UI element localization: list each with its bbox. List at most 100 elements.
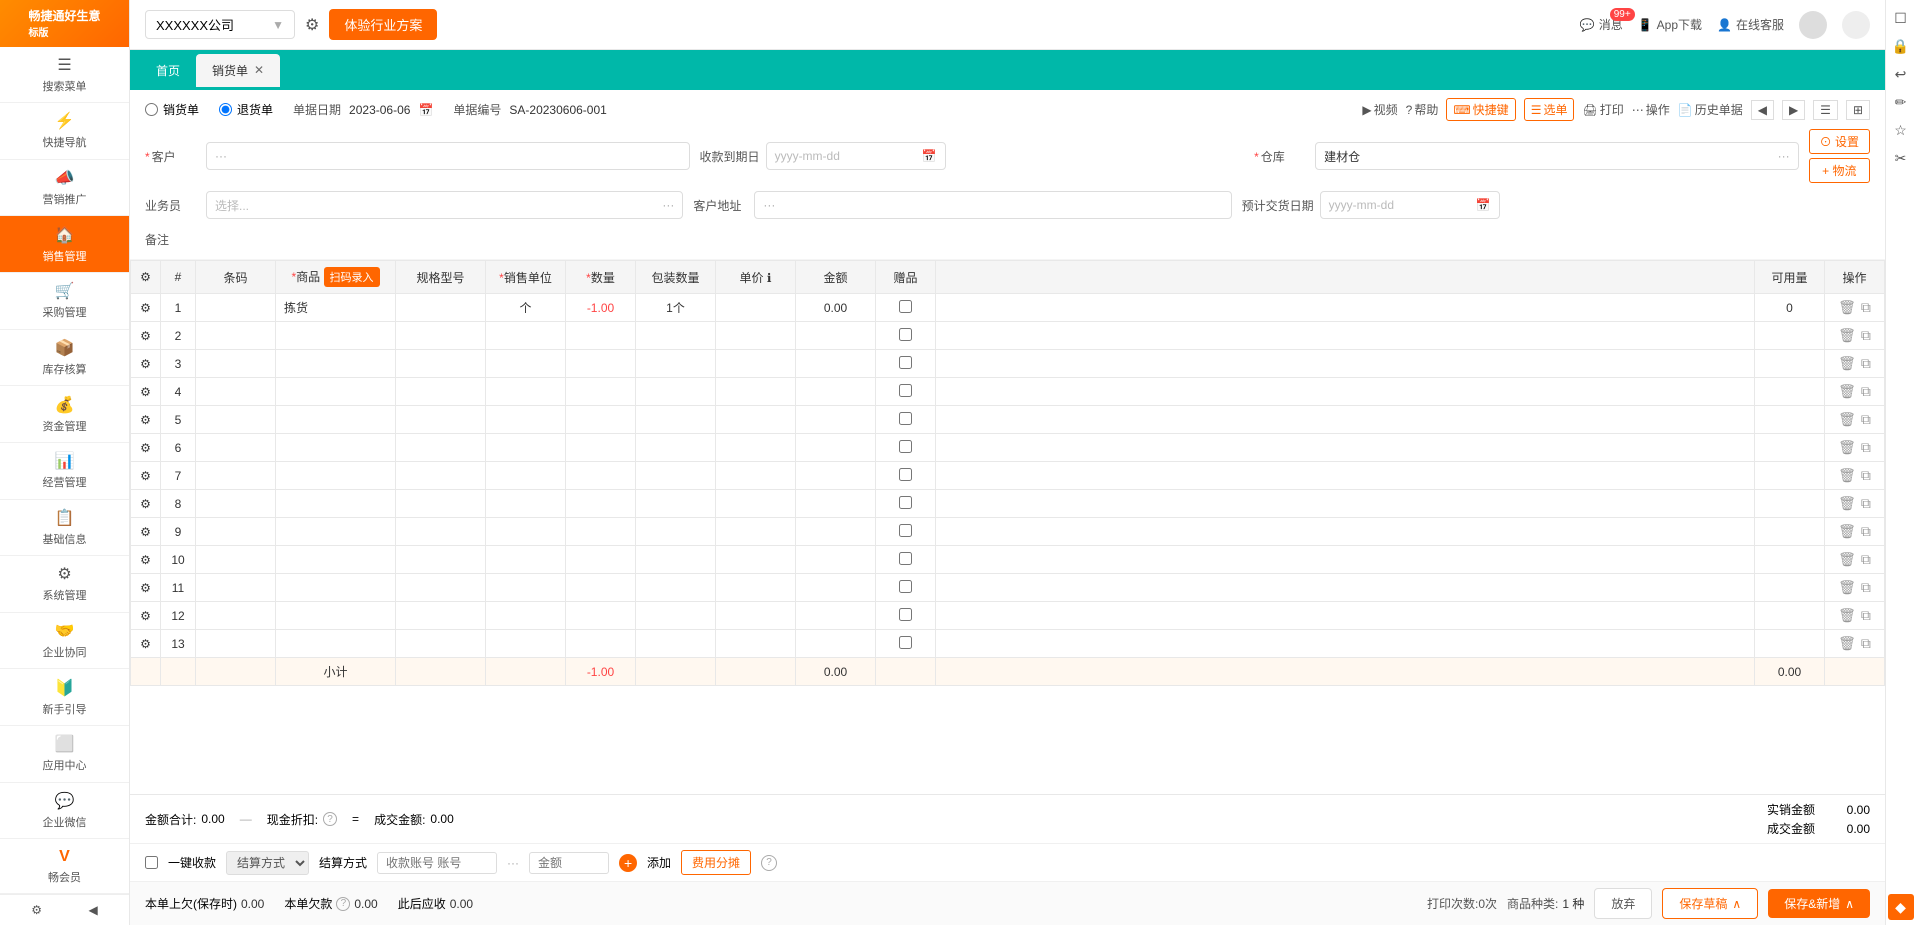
tab-home[interactable]: 首页 [140, 54, 196, 87]
cell-spec-8[interactable] [396, 518, 486, 546]
cell-gift-10[interactable] [876, 574, 936, 602]
copy-icon-8[interactable]: ⧉ [1861, 523, 1871, 540]
cell-barcode-12[interactable] [196, 630, 276, 658]
copy-icon-1[interactable]: ⧉ [1861, 327, 1871, 344]
gift-check-7[interactable] [899, 496, 912, 509]
cell-product-7[interactable] [276, 490, 396, 518]
cell-barcode-6[interactable] [196, 462, 276, 490]
amount-input[interactable] [529, 852, 609, 874]
delete-icon-11[interactable]: 🗑 [1838, 607, 1856, 624]
gift-check-5[interactable] [899, 440, 912, 453]
cell-pkg-7[interactable] [636, 490, 716, 518]
shortcut-btn[interactable]: ⌨ 快捷键 [1446, 98, 1515, 121]
cell-barcode-2[interactable] [196, 350, 276, 378]
radio-return-input[interactable] [219, 103, 232, 116]
salesperson-input[interactable]: 选择... ··· [206, 191, 683, 219]
cell-unit-12[interactable] [486, 630, 566, 658]
cell-qty-0[interactable]: -1.00 [566, 294, 636, 322]
one-click-payment-check[interactable] [145, 856, 158, 869]
trial-button[interactable]: 体验行业方案 [329, 9, 437, 40]
cell-amount-2[interactable] [796, 350, 876, 378]
cell-pkg-5[interactable] [636, 434, 716, 462]
cell-amount-8[interactable] [796, 518, 876, 546]
copy-icon-6[interactable]: ⧉ [1861, 467, 1871, 484]
cell-unit-0[interactable]: 个 [486, 294, 566, 322]
cell-qty-5[interactable] [566, 434, 636, 462]
cell-amount-1[interactable] [796, 322, 876, 350]
customer-addr-input[interactable]: ··· [754, 191, 1231, 219]
cell-qty-11[interactable] [566, 602, 636, 630]
cell-gift-8[interactable] [876, 518, 936, 546]
cell-gift-9[interactable] [876, 546, 936, 574]
cell-spec-11[interactable] [396, 602, 486, 630]
cell-product-12[interactable] [276, 630, 396, 658]
gift-check-11[interactable] [899, 608, 912, 621]
rs-btn-3[interactable]: ↩ [1888, 61, 1914, 87]
cell-product-5[interactable] [276, 434, 396, 462]
cell-barcode-8[interactable] [196, 518, 276, 546]
cell-price-9[interactable] [716, 546, 796, 574]
cell-settings-3[interactable]: ⚙ [131, 378, 161, 406]
help-btn[interactable]: ? 帮助 [1406, 101, 1439, 118]
cell-pkg-6[interactable] [636, 462, 716, 490]
scan-btn[interactable]: 扫码录入 [324, 267, 380, 287]
message-btn[interactable]: 💬 消息 99+ [1580, 16, 1623, 33]
cell-amount-6[interactable] [796, 462, 876, 490]
video-btn[interactable]: ▶ 视频 [1362, 101, 1397, 118]
customer-input[interactable]: ··· [206, 142, 690, 170]
rs-btn-4[interactable]: ✏ [1888, 89, 1914, 115]
next-history-btn[interactable]: ▶ [1782, 100, 1805, 120]
calc-method-select[interactable]: 结算方式 [226, 851, 309, 875]
cell-amount-5[interactable] [796, 434, 876, 462]
cell-product-0[interactable]: 拣货 [276, 294, 396, 322]
cell-settings-12[interactable]: ⚙ [131, 630, 161, 658]
cell-unit-9[interactable] [486, 546, 566, 574]
cell-amount-11[interactable] [796, 602, 876, 630]
delete-icon-8[interactable]: 🗑 [1838, 523, 1856, 540]
cell-price-12[interactable] [716, 630, 796, 658]
sidebar-item-purchase[interactable]: 🛒 采购管理 [0, 273, 129, 330]
sidebar-item-quick-nav[interactable]: ⚡ 快捷导航 [0, 103, 129, 160]
delete-icon-10[interactable]: 🗑 [1838, 579, 1856, 596]
cell-barcode-3[interactable] [196, 378, 276, 406]
cell-spec-5[interactable] [396, 434, 486, 462]
cell-price-8[interactable] [716, 518, 796, 546]
cell-settings-6[interactable]: ⚙ [131, 462, 161, 490]
cell-price-5[interactable] [716, 434, 796, 462]
cell-spec-6[interactable] [396, 462, 486, 490]
cell-settings-9[interactable]: ⚙ [131, 546, 161, 574]
cell-barcode-7[interactable] [196, 490, 276, 518]
cell-pkg-0[interactable]: 1个 [636, 294, 716, 322]
tab-sales-order[interactable]: 销货单 ✕ [196, 54, 280, 87]
sidebar-item-operation[interactable]: 📊 经营管理 [0, 443, 129, 500]
rs-btn-6[interactable]: ✂ [1888, 145, 1914, 171]
app-download-btn[interactable]: 📱 App下载 [1638, 16, 1702, 33]
delete-icon-6[interactable]: 🗑 [1838, 467, 1856, 484]
cell-settings-8[interactable]: ⚙ [131, 518, 161, 546]
cell-price-4[interactable] [716, 406, 796, 434]
cell-amount-3[interactable] [796, 378, 876, 406]
sidebar-item-inventory[interactable]: 📦 库存核算 [0, 330, 129, 387]
cell-gift-4[interactable] [876, 406, 936, 434]
gift-check-2[interactable] [899, 356, 912, 369]
sidebar-item-marketing[interactable]: 📣 营销推广 [0, 160, 129, 217]
cell-barcode-10[interactable] [196, 574, 276, 602]
cell-pkg-3[interactable] [636, 378, 716, 406]
prev-history-btn[interactable]: ◀ [1751, 100, 1774, 120]
gift-check-12[interactable] [899, 636, 912, 649]
draft-button[interactable]: 保存草稿 ∧ [1662, 888, 1758, 919]
cell-barcode-5[interactable] [196, 434, 276, 462]
cell-amount-7[interactable] [796, 490, 876, 518]
cell-price-11[interactable] [716, 602, 796, 630]
gift-check-4[interactable] [899, 412, 912, 425]
expected-date-input[interactable]: yyyy-mm-dd 📅 [1320, 191, 1500, 219]
save-new-button[interactable]: 保存&新增 ∧ [1768, 889, 1870, 918]
sidebar-item-basic-info[interactable]: 📋 基础信息 [0, 500, 129, 557]
copy-icon-0[interactable]: ⧉ [1861, 299, 1871, 316]
help-circle-icon[interactable]: ? [323, 812, 337, 826]
select-order-btn[interactable]: ☰ 选单 [1524, 98, 1575, 121]
cell-gift-6[interactable] [876, 462, 936, 490]
print-btn[interactable]: 🖨 打印 [1582, 101, 1623, 118]
cell-unit-4[interactable] [486, 406, 566, 434]
cell-gift-2[interactable] [876, 350, 936, 378]
